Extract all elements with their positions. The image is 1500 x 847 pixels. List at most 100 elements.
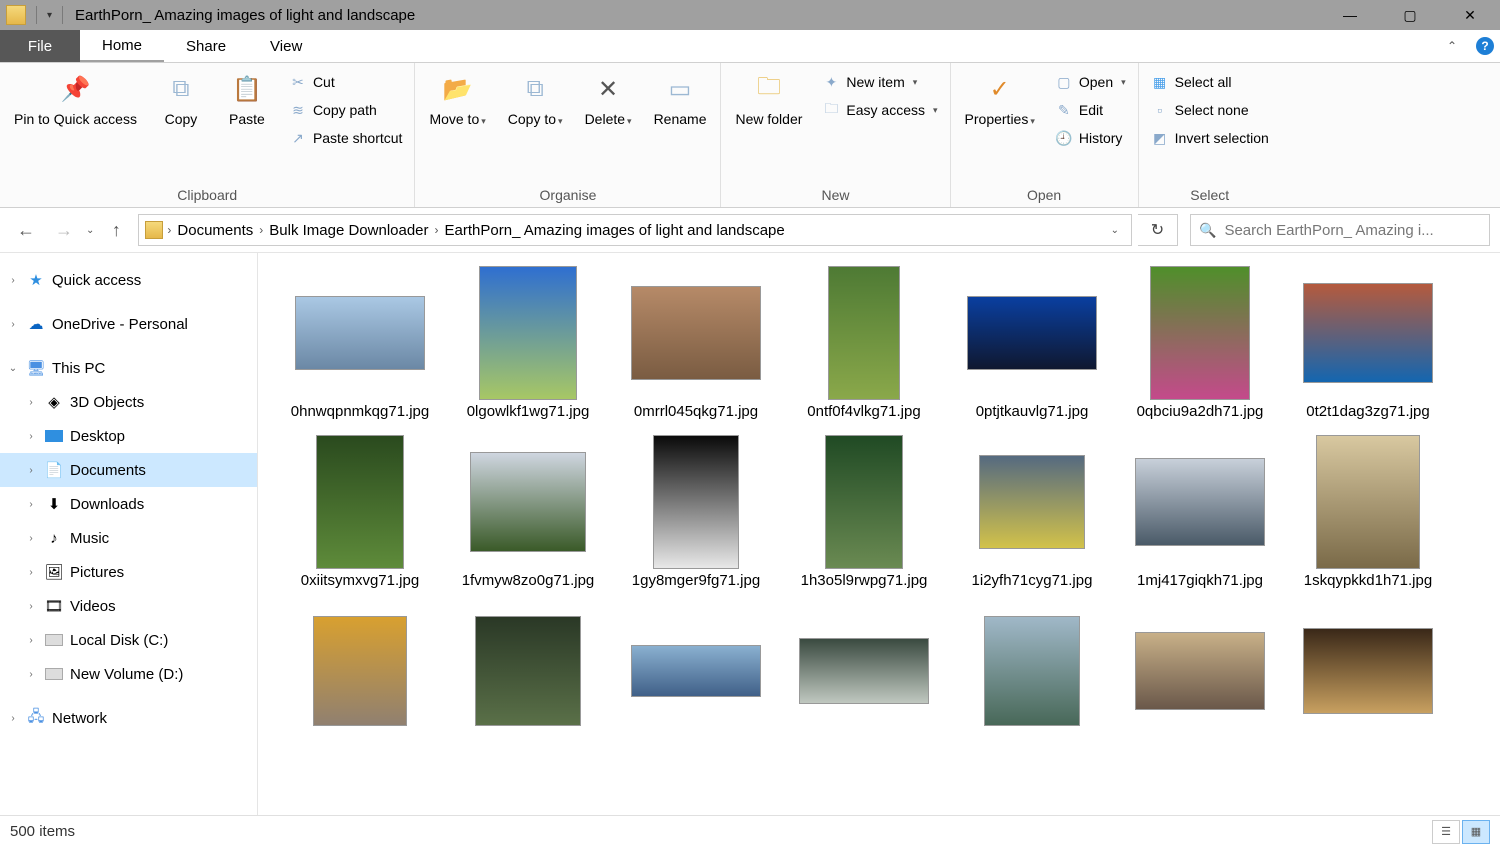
breadcrumb-item[interactable]: Documents	[175, 222, 255, 239]
thumbnail-icon	[479, 266, 577, 400]
address-history-caret[interactable]: ⌄	[1105, 225, 1125, 236]
breadcrumb-item[interactable]: Bulk Image Downloader	[267, 222, 430, 239]
move-to-button[interactable]: 📂Move to▾	[423, 67, 491, 131]
new-folder-button[interactable]: 🗀New folder	[729, 67, 808, 131]
file-item[interactable]: 0xiitsymxvg71.jpg	[278, 432, 442, 591]
file-item[interactable]: 1mj417giqkh71.jpg	[1118, 432, 1282, 591]
edit-button[interactable]: ✎Edit	[1051, 99, 1130, 121]
copy-button[interactable]: ⧉ Copy	[153, 67, 209, 131]
chevron-right-icon[interactable]: ›	[259, 223, 263, 237]
sidebar-item-local-disk-c-[interactable]: ›Local Disk (C:)	[0, 623, 257, 657]
minimize-button[interactable]: —	[1320, 0, 1380, 30]
file-item[interactable]	[278, 601, 442, 741]
select-none-icon: ▫	[1151, 101, 1169, 119]
search-icon: 🔍	[1199, 222, 1216, 239]
ribbon-group-select: ▦Select all ▫Select none ◩Invert selecti…	[1139, 63, 1281, 207]
file-item[interactable]: 1fvmyw8zo0g71.jpg	[446, 432, 610, 591]
details-view-button[interactable]: ☰	[1432, 820, 1460, 844]
file-item[interactable]: 0ntf0f4vlkg71.jpg	[782, 263, 946, 422]
chevron-right-icon[interactable]: ›	[167, 223, 171, 237]
open-icon: ▢	[1055, 73, 1073, 91]
paste-button[interactable]: 📋 Paste	[219, 67, 275, 131]
sidebar-item-documents[interactable]: ›📄Documents	[0, 453, 257, 487]
folder-icon: ◈	[44, 392, 64, 412]
sidebar-item-network[interactable]: ›🖧Network	[0, 701, 257, 735]
sidebar-item-this-pc[interactable]: ⌄🖥This PC	[0, 351, 257, 385]
easy-access-button[interactable]: 🗀Easy access▾	[818, 99, 941, 121]
select-all-button[interactable]: ▦Select all	[1147, 71, 1273, 93]
sidebar-item-3d-objects[interactable]: ›◈3D Objects	[0, 385, 257, 419]
invert-selection-button[interactable]: ◩Invert selection	[1147, 127, 1273, 149]
maximize-button[interactable]: ▢	[1380, 0, 1440, 30]
thumbnails-view-button[interactable]: ▦	[1462, 820, 1490, 844]
file-list[interactable]: 0hnwqpnmkqg71.jpg 0lgowlkf1wg71.jpg 0mrr…	[258, 253, 1500, 815]
sidebar-item-downloads[interactable]: ›⬇Downloads	[0, 487, 257, 521]
help-button[interactable]: ?	[1470, 30, 1500, 62]
sidebar-item-desktop[interactable]: ›Desktop	[0, 419, 257, 453]
tab-view[interactable]: View	[248, 30, 324, 62]
file-item[interactable]	[1286, 601, 1450, 741]
chevron-right-icon[interactable]: ›	[435, 223, 439, 237]
sidebar-item-quick-access[interactable]: ›★Quick access	[0, 263, 257, 297]
sidebar-item-videos[interactable]: ›🎞Videos	[0, 589, 257, 623]
rename-button[interactable]: ▭Rename	[648, 67, 713, 131]
copy-icon: ⧉	[163, 71, 199, 107]
up-button[interactable]: ↑	[100, 214, 132, 246]
sidebar-item-music[interactable]: ›♪Music	[0, 521, 257, 555]
file-item[interactable]: 1i2yfh71cyg71.jpg	[950, 432, 1114, 591]
pin-quick-access-button[interactable]: 📌 Pin to Quick access	[8, 67, 143, 131]
file-item[interactable]	[782, 601, 946, 741]
paste-shortcut-button[interactable]: ↗Paste shortcut	[285, 127, 407, 149]
file-item[interactable]: 1skqypkkd1h71.jpg	[1286, 432, 1450, 591]
folder-icon	[44, 664, 64, 684]
file-item[interactable]	[1118, 601, 1282, 741]
system-menu-icon[interactable]	[6, 5, 26, 25]
file-item[interactable]: 0ptjtkauvlg71.jpg	[950, 263, 1114, 422]
thumbnail-icon	[313, 616, 407, 726]
history-button[interactable]: 🕘History	[1051, 127, 1130, 149]
forward-button[interactable]: →	[48, 214, 80, 246]
easy-access-icon: 🗀	[822, 101, 840, 119]
invert-icon: ◩	[1151, 129, 1169, 147]
nav-row: ← → ⌄ ↑ › Documents › Bulk Image Downloa…	[0, 208, 1500, 252]
tab-file[interactable]: File	[0, 30, 80, 62]
tab-home[interactable]: Home	[80, 30, 164, 62]
tab-share[interactable]: Share	[164, 30, 248, 62]
file-item[interactable]	[950, 601, 1114, 741]
close-button[interactable]: ✕	[1440, 0, 1500, 30]
collapse-ribbon-button[interactable]: ⌃	[1434, 30, 1470, 62]
copy-path-button[interactable]: ≋Copy path	[285, 99, 407, 121]
file-item[interactable]	[614, 601, 778, 741]
file-item[interactable]: 0mrrl045qkg71.jpg	[614, 263, 778, 422]
file-item[interactable]: 0qbciu9a2dh71.jpg	[1118, 263, 1282, 422]
breadcrumb-item[interactable]: EarthPorn_ Amazing images of light and l…	[443, 222, 787, 239]
file-item[interactable]: 0t2t1dag3zg71.jpg	[1286, 263, 1450, 422]
sidebar-item-new-volume-d-[interactable]: ›New Volume (D:)	[0, 657, 257, 691]
address-bar[interactable]: › Documents › Bulk Image Downloader › Ea…	[138, 214, 1132, 246]
sidebar-item-pictures[interactable]: ›🖼Pictures	[0, 555, 257, 589]
pin-icon: 📌	[57, 71, 93, 107]
qa-customize-caret[interactable]: ▾	[47, 10, 52, 21]
file-item[interactable]	[446, 601, 610, 741]
open-button[interactable]: ▢Open▾	[1051, 71, 1130, 93]
file-item[interactable]: 1gy8mger9fg71.jpg	[614, 432, 778, 591]
copy-to-button[interactable]: ⧉Copy to▾	[502, 67, 569, 131]
thumbnail-icon	[1135, 458, 1265, 546]
properties-button[interactable]: ✓Properties▾	[959, 67, 1041, 131]
thumbnail-icon	[316, 435, 404, 569]
select-none-button[interactable]: ▫Select none	[1147, 99, 1273, 121]
sidebar-item-onedrive[interactable]: ›☁OneDrive - Personal	[0, 307, 257, 341]
delete-button[interactable]: ✕Delete▾	[579, 67, 638, 131]
search-input[interactable]: 🔍 Search EarthPorn_ Amazing i...	[1190, 214, 1490, 246]
cut-button[interactable]: ✂Cut	[285, 71, 407, 93]
file-item[interactable]: 0lgowlkf1wg71.jpg	[446, 263, 610, 422]
back-button[interactable]: ←	[10, 214, 42, 246]
file-item[interactable]: 1h3o5l9rwpg71.jpg	[782, 432, 946, 591]
thumbnail-icon	[470, 452, 586, 552]
file-name: 0hnwqpnmkqg71.jpg	[280, 403, 440, 422]
history-caret[interactable]: ⌄	[86, 225, 94, 236]
refresh-button[interactable]: ↻	[1138, 214, 1178, 246]
thumbnail-icon	[1303, 283, 1433, 383]
file-item[interactable]: 0hnwqpnmkqg71.jpg	[278, 263, 442, 422]
new-item-button[interactable]: ✦New item▾	[818, 71, 941, 93]
